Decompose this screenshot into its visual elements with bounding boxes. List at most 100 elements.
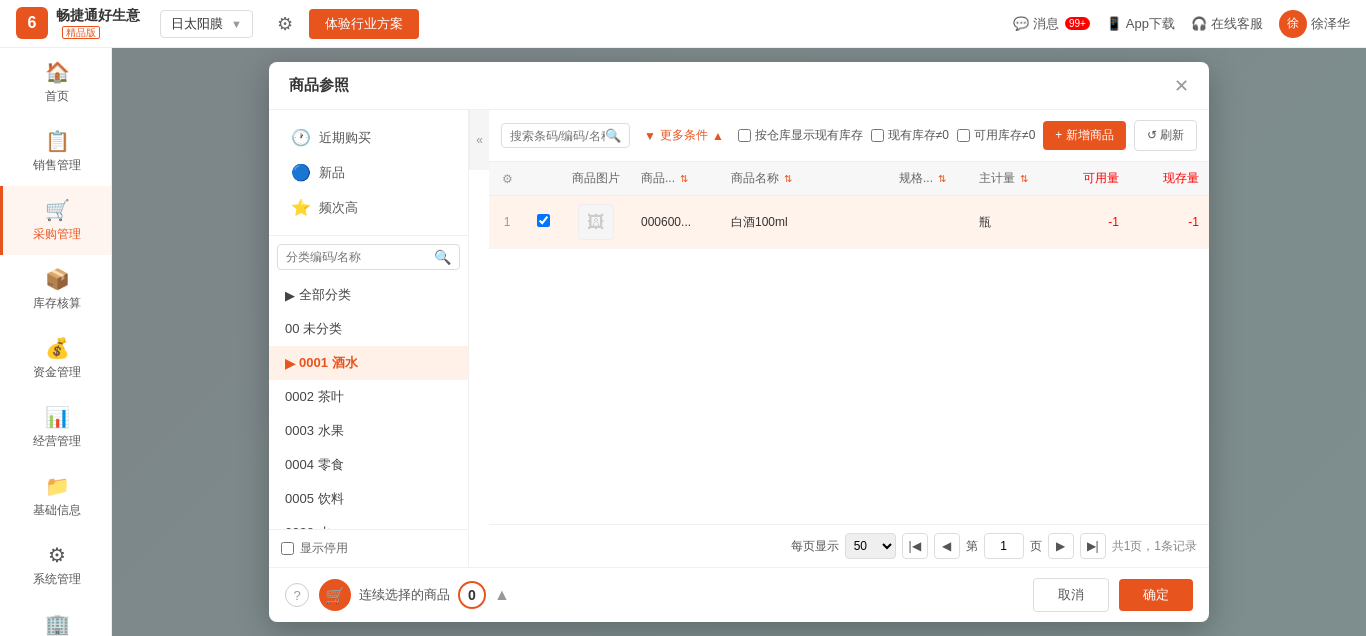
sidebar-item-basic[interactable]: 📁 基础信息 bbox=[0, 462, 111, 531]
avail-not-zero-checkbox-label[interactable]: 可用库存≠0 bbox=[957, 127, 1035, 144]
sidebar-item-sales[interactable]: 📋 销售管理 bbox=[0, 117, 111, 186]
category-0008[interactable]: 0008 水 bbox=[269, 516, 468, 529]
quick-new[interactable]: 🔵 新品 bbox=[279, 155, 458, 190]
user-profile-item[interactable]: 徐 徐泽华 bbox=[1279, 10, 1350, 38]
category-0001[interactable]: ▶ 0001 酒水 bbox=[269, 346, 468, 380]
sidebar-item-purchase[interactable]: 🛒 采购管理 bbox=[0, 186, 111, 255]
refresh-button[interactable]: ↺ 刷新 bbox=[1134, 120, 1197, 151]
category-00[interactable]: 00 未分类 bbox=[269, 312, 468, 346]
row-stock: -1 bbox=[1129, 196, 1209, 249]
category-search-input[interactable] bbox=[286, 250, 434, 264]
stock-not-zero-checkbox[interactable] bbox=[871, 129, 884, 142]
quick-recent[interactable]: 🕐 近期购买 bbox=[279, 120, 458, 155]
product-table-area: ⚙ 商品图片 商品... ⇅ 商品名称 bbox=[489, 162, 1209, 524]
modal-title: 商品参照 bbox=[289, 76, 349, 95]
chevron-down-icon: ▼ bbox=[231, 18, 242, 30]
prev-page-button[interactable]: ◀ bbox=[934, 533, 960, 559]
sidebar-item-finance[interactable]: 💰 资金管理 bbox=[0, 324, 111, 393]
th-stock: 现存量 bbox=[1129, 162, 1209, 196]
nav-right-area: 💬 消息 99+ 📱 App下载 🎧 在线客服 徐 徐泽华 bbox=[1013, 10, 1350, 38]
sidebar-item-system[interactable]: ⚙ 系统管理 bbox=[0, 531, 111, 600]
star-icon: ⭐ bbox=[291, 198, 311, 217]
notifications-item[interactable]: 💬 消息 99+ bbox=[1013, 15, 1090, 33]
per-page-label: 每页显示 bbox=[791, 538, 839, 555]
category-0003[interactable]: 0003 水果 bbox=[269, 414, 468, 448]
per-page-select[interactable]: 50 10 20 100 bbox=[845, 533, 896, 559]
app-download-item[interactable]: 📱 App下载 bbox=[1106, 15, 1175, 33]
category-0002[interactable]: 0002 茶叶 bbox=[269, 380, 468, 414]
warehouse-filter-checkbox-label[interactable]: 按仓库显示现有库存 bbox=[738, 127, 863, 144]
th-unit[interactable]: 主计量 ⇅ bbox=[969, 162, 1039, 196]
collapse-cart-button[interactable]: ▲ bbox=[494, 586, 510, 604]
total-pages-info: 共1页，1条记录 bbox=[1112, 538, 1197, 555]
row-spec bbox=[889, 196, 969, 249]
row-checkbox-cell[interactable] bbox=[525, 196, 561, 249]
filter-arrow-icon: ▲ bbox=[712, 129, 724, 143]
sidebar-item-inventory[interactable]: 📦 库存核算 bbox=[0, 255, 111, 324]
phone-icon: 📱 bbox=[1106, 16, 1122, 31]
toolbar: 🔍 ▼ 更多条件 ▲ 按仓库显示现有库存 bbox=[489, 110, 1209, 162]
modal-header: 商品参照 ✕ bbox=[269, 62, 1209, 110]
show-disabled-label: 显示停用 bbox=[300, 540, 348, 557]
avail-not-zero-checkbox[interactable] bbox=[957, 129, 970, 142]
page-number-input[interactable] bbox=[984, 533, 1024, 559]
stock-not-zero-checkbox-label[interactable]: 现有库存≠0 bbox=[871, 127, 949, 144]
product-search-input[interactable] bbox=[510, 129, 605, 143]
product-table: ⚙ 商品图片 商品... ⇅ 商品名称 bbox=[489, 162, 1209, 249]
sidebar-item-enterprise[interactable]: 🏢 企业协同 bbox=[0, 600, 111, 636]
modal-overlay: 商品参照 ✕ 🕐 近期购买 🔵 bbox=[112, 48, 1366, 636]
search-icon[interactable]: 🔍 bbox=[434, 249, 451, 265]
row-num: 1 bbox=[489, 196, 525, 249]
th-img: 商品图片 bbox=[561, 162, 631, 196]
table-settings-icon[interactable]: ⚙ bbox=[489, 162, 525, 196]
nav-dropdown-store[interactable]: 日太阳膜 ▼ bbox=[160, 10, 253, 38]
modal-close-button[interactable]: ✕ bbox=[1174, 77, 1189, 95]
product-image: 🖼 bbox=[578, 204, 614, 240]
confirm-button[interactable]: 确定 bbox=[1119, 579, 1193, 611]
sidebar-item-operation[interactable]: 📊 经营管理 bbox=[0, 393, 111, 462]
quick-access-area: 🕐 近期购买 🔵 新品 ⭐ 频次高 bbox=[269, 110, 468, 236]
product-search-box[interactable]: 🔍 bbox=[501, 123, 630, 148]
trial-button[interactable]: 体验行业方案 bbox=[309, 9, 419, 39]
row-name: 白酒100ml bbox=[721, 196, 889, 249]
row-code: 000600... bbox=[631, 196, 721, 249]
table-row[interactable]: 1 🖼 bbox=[489, 196, 1209, 249]
th-name[interactable]: 商品名称 ⇅ bbox=[721, 162, 889, 196]
first-page-button[interactable]: |◀ bbox=[902, 533, 928, 559]
cart-count: 0 bbox=[458, 581, 486, 609]
category-0001-arrow: ▶ bbox=[285, 356, 295, 371]
th-avail: 可用量 bbox=[1039, 162, 1129, 196]
category-arrow: ▶ bbox=[285, 288, 295, 303]
warehouse-filter-checkbox[interactable] bbox=[738, 129, 751, 142]
search-icon[interactable]: 🔍 bbox=[605, 128, 621, 143]
operation-icon: 📊 bbox=[45, 405, 70, 429]
category-0005[interactable]: 0005 饮料 bbox=[269, 482, 468, 516]
th-check bbox=[525, 162, 561, 196]
category-0004[interactable]: 0004 零食 bbox=[269, 448, 468, 482]
show-disabled-checkbox[interactable] bbox=[281, 542, 294, 555]
sidebar-item-home[interactable]: 🏠 首页 bbox=[0, 48, 111, 117]
quick-frequent[interactable]: ⭐ 频次高 bbox=[279, 190, 458, 225]
cancel-button[interactable]: 取消 bbox=[1033, 578, 1109, 612]
th-spec[interactable]: 规格... ⇅ bbox=[889, 162, 969, 196]
logo-badge: 精品版 bbox=[62, 26, 100, 39]
cart-icon[interactable]: 🛒 bbox=[319, 579, 351, 611]
help-icon[interactable]: ? bbox=[285, 583, 309, 607]
enterprise-icon: 🏢 bbox=[45, 612, 70, 636]
left-panel-collapse-button[interactable]: « bbox=[469, 110, 489, 170]
category-search-box[interactable]: 🔍 bbox=[277, 244, 460, 270]
th-code[interactable]: 商品... ⇅ bbox=[631, 162, 721, 196]
last-page-button[interactable]: ▶| bbox=[1080, 533, 1106, 559]
customer-service-item[interactable]: 🎧 在线客服 bbox=[1191, 15, 1263, 33]
content-area: 商品参照 ✕ 🕐 近期购买 🔵 bbox=[112, 48, 1366, 636]
main-layout: 🏠 首页 📋 销售管理 🛒 采购管理 📦 库存核算 💰 资金管理 📊 经营管理 … bbox=[0, 48, 1366, 636]
settings-icon[interactable]: ⚙ bbox=[269, 8, 301, 40]
modal-footer: ? 🛒 连续选择的商品 0 ▲ 取消 确定 bbox=[269, 567, 1209, 622]
add-product-button[interactable]: + 新增商品 bbox=[1043, 121, 1125, 150]
filter-more-button[interactable]: ▼ 更多条件 ▲ bbox=[638, 123, 730, 148]
row-checkbox[interactable] bbox=[537, 214, 550, 227]
next-page-button[interactable]: ▶ bbox=[1048, 533, 1074, 559]
category-all[interactable]: ▶ 全部分类 bbox=[269, 278, 468, 312]
sort-icon: ⇅ bbox=[784, 173, 792, 184]
clock-icon: 🕐 bbox=[291, 128, 311, 147]
